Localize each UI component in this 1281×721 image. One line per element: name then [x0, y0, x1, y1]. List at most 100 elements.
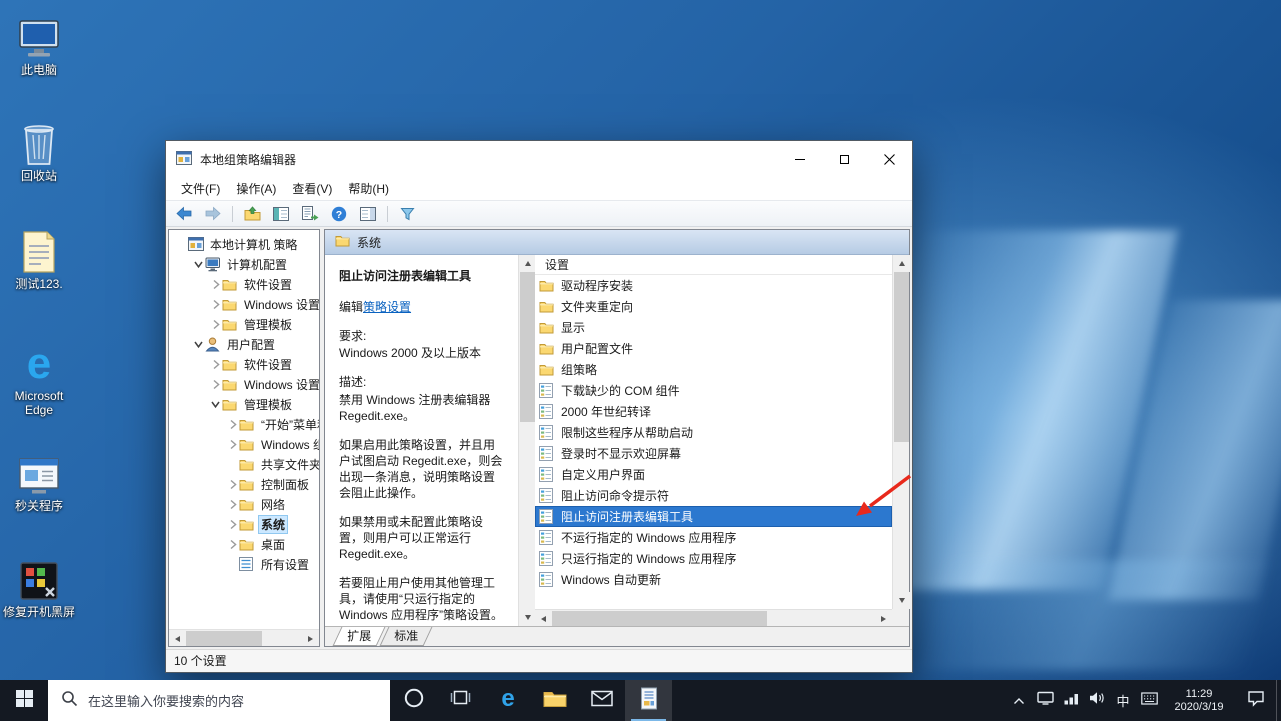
window-titlebar[interactable]: 本地组策略编辑器	[166, 141, 912, 178]
back-icon[interactable]	[174, 204, 194, 224]
show-desktop-button[interactable]	[1276, 680, 1281, 721]
expand-icon[interactable]	[226, 539, 239, 550]
ime-indicator[interactable]: 中	[1110, 691, 1136, 710]
close-button[interactable]	[867, 141, 912, 178]
tree-item[interactable]: 用户配置	[169, 334, 319, 354]
volume-tray-button[interactable]	[1084, 680, 1110, 721]
menu-view[interactable]: 查看(V)	[284, 178, 340, 200]
tree-item[interactable]: 本地计算机 策略	[169, 234, 319, 254]
description-vertical-scrollbar[interactable]	[518, 255, 535, 626]
settings-column-header[interactable]: 设置	[535, 255, 892, 275]
collapse-icon[interactable]	[209, 399, 222, 410]
scrollbar-thumb[interactable]	[894, 272, 909, 442]
list-item[interactable]: 用户配置文件	[535, 338, 892, 359]
policy-settings-link[interactable]: 策略设置	[363, 300, 411, 314]
up-folder-icon[interactable]	[242, 204, 262, 224]
list-vertical-scrollbar[interactable]	[892, 255, 909, 609]
desktop-icon-recycle-bin[interactable]: 回收站	[2, 118, 76, 183]
touch-keyboard-button[interactable]	[1136, 680, 1162, 721]
expand-icon[interactable]	[209, 359, 222, 370]
tree-item[interactable]: 桌面	[169, 534, 319, 554]
file-explorer-taskbar-button[interactable]	[531, 680, 578, 721]
mail-taskbar-button[interactable]	[578, 680, 625, 721]
scroll-right-button[interactable]	[302, 630, 319, 647]
list-item[interactable]: 驱动程序安装	[535, 275, 892, 296]
list-item[interactable]: 不运行指定的 Windows 应用程序	[535, 527, 892, 548]
action-center-button[interactable]	[1236, 680, 1276, 721]
cortana-taskbar-button[interactable]	[390, 680, 437, 721]
tree-item[interactable]: 系统	[169, 514, 319, 534]
scroll-up-button[interactable]	[893, 255, 910, 272]
expand-icon[interactable]	[209, 279, 222, 290]
list-item[interactable]: 2000 年世纪转译	[535, 401, 892, 422]
scrollbar-thumb[interactable]	[552, 611, 767, 626]
filter-icon[interactable]	[397, 204, 417, 224]
expand-icon[interactable]	[226, 439, 239, 450]
tree-item[interactable]: 管理模板	[169, 394, 319, 414]
expand-icon[interactable]	[209, 319, 222, 330]
scroll-right-button[interactable]	[875, 610, 892, 627]
tree-item[interactable]: 管理模板	[169, 314, 319, 334]
tree-item[interactable]: Windows 设置	[169, 294, 319, 314]
list-item[interactable]: 登录时不显示欢迎屏幕	[535, 443, 892, 464]
menu-file[interactable]: 文件(F)	[173, 178, 228, 200]
help-icon[interactable]: ?	[329, 204, 349, 224]
expand-icon[interactable]	[226, 499, 239, 510]
tree-item[interactable]: 控制面板	[169, 474, 319, 494]
desktop-icon-microsoft-edge[interactable]: eMicrosoft Edge	[2, 338, 76, 417]
tree-horizontal-scrollbar[interactable]	[169, 629, 319, 646]
list-horizontal-scrollbar[interactable]	[535, 609, 892, 626]
expand-icon[interactable]	[209, 299, 222, 310]
console-tree-icon[interactable]	[271, 204, 291, 224]
forward-icon[interactable]	[203, 204, 223, 224]
tree-item[interactable]: Windows 组件	[169, 434, 319, 454]
tree-item[interactable]: Windows 设置	[169, 374, 319, 394]
scrollbar-thumb[interactable]	[520, 272, 535, 422]
taskbar-search[interactable]: 在这里输入你要搜索的内容	[48, 680, 390, 721]
desktop-icon-fix-boot-black-screen[interactable]: 修复开机黑屏	[2, 554, 76, 619]
desktop-icon-this-pc[interactable]: 此电脑	[2, 12, 76, 77]
list-item[interactable]: 显示	[535, 317, 892, 338]
scroll-down-button[interactable]	[519, 609, 536, 626]
scroll-left-button[interactable]	[535, 610, 552, 627]
tree-item[interactable]: 所有设置	[169, 554, 319, 574]
list-item[interactable]: 下载缺少的 COM 组件	[535, 380, 892, 401]
tab-standard[interactable]: 标准	[380, 627, 433, 646]
desktop-icon-test-123[interactable]: 测试123.	[2, 226, 76, 291]
collapse-icon[interactable]	[192, 259, 205, 270]
gpedit-taskbar-button[interactable]	[625, 680, 672, 721]
maximize-button[interactable]	[822, 141, 867, 178]
network-tray-button[interactable]	[1058, 680, 1084, 721]
scroll-up-button[interactable]	[519, 255, 536, 272]
menu-action[interactable]: 操作(A)	[228, 178, 284, 200]
chevron-up-tray-button[interactable]	[1006, 680, 1032, 721]
start-button[interactable]	[0, 680, 48, 721]
list-item[interactable]: 限制这些程序从帮助启动	[535, 422, 892, 443]
tree-item[interactable]: 网络	[169, 494, 319, 514]
scrollbar-thumb[interactable]	[186, 631, 262, 646]
desktop-icon-seconds-close-app[interactable]: 秒关程序	[2, 448, 76, 513]
tree-item[interactable]: “开始”菜单和任务栏	[169, 414, 319, 434]
export-list-icon[interactable]	[300, 204, 320, 224]
expand-icon[interactable]	[226, 479, 239, 490]
tree-item[interactable]: 计算机配置	[169, 254, 319, 274]
scroll-down-button[interactable]	[893, 592, 910, 609]
task-view-taskbar-button[interactable]	[437, 680, 484, 721]
tree-item[interactable]: 软件设置	[169, 274, 319, 294]
expand-icon[interactable]	[226, 419, 239, 430]
tree-item[interactable]: 软件设置	[169, 354, 319, 374]
list-item[interactable]: 文件夹重定向	[535, 296, 892, 317]
edge-taskbar-button[interactable]: e	[484, 680, 531, 721]
tree-item[interactable]: 共享文件夹	[169, 454, 319, 474]
list-item[interactable]: Windows 自动更新	[535, 569, 892, 590]
list-item[interactable]: 组策略	[535, 359, 892, 380]
menu-help[interactable]: 帮助(H)	[340, 178, 397, 200]
minimize-button[interactable]	[777, 141, 822, 178]
scroll-left-button[interactable]	[169, 630, 186, 647]
collapse-icon[interactable]	[192, 339, 205, 350]
display-tray-button[interactable]	[1032, 680, 1058, 721]
action-pane-icon[interactable]	[358, 204, 378, 224]
list-item[interactable]: 只运行指定的 Windows 应用程序	[535, 548, 892, 569]
clock[interactable]: 11:29 2020/3/19	[1162, 688, 1236, 714]
tab-extended[interactable]: 扩展	[333, 627, 386, 646]
